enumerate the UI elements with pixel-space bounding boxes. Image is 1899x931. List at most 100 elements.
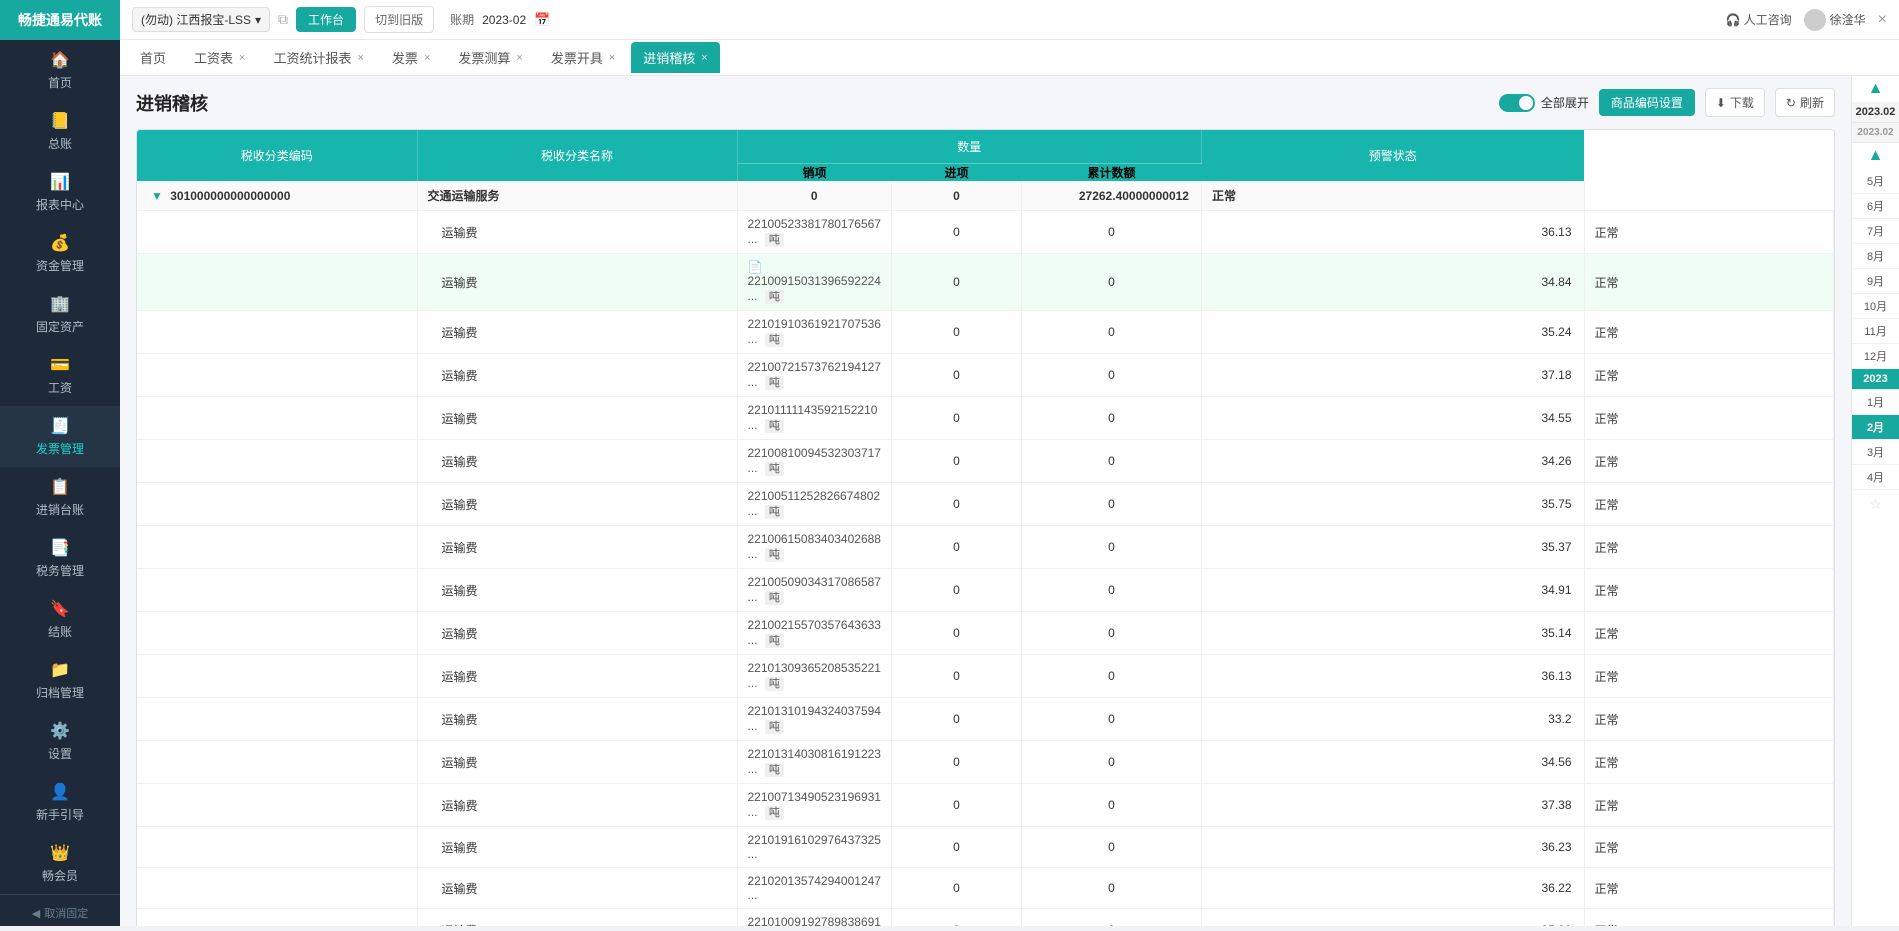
favorite-icon[interactable]: ☆ (1852, 490, 1899, 519)
unit-tag: 吨 (765, 806, 784, 820)
tab-invoice[interactable]: 发票 × (380, 42, 442, 73)
month-feb[interactable]: 2月 (1852, 415, 1899, 440)
row-invoice: 22101310194324037594 ... 吨 (737, 698, 891, 741)
sidebar-label-settle: 结账 (48, 623, 72, 640)
month-dec[interactable]: 12月 (1852, 344, 1899, 369)
row-invoice: 22101111143592152210 ... 吨 (737, 397, 891, 440)
sidebar-item-newbie[interactable]: 👤 新手引导 (0, 772, 120, 833)
toggle-expand[interactable] (1499, 94, 1535, 112)
sidebar-item-ledger[interactable]: 📒 总账 (0, 101, 120, 162)
table-row: 运输费 22100615083403402688 ... 吨 0 0 35.37… (137, 526, 1834, 569)
row-name: 运输费 (417, 741, 737, 784)
calendar-up[interactable]: ▲ (1852, 76, 1899, 102)
tab-salary-report-label: 工资统计报表 (273, 48, 351, 67)
settings-btn[interactable]: 商品编码设置 (1599, 89, 1695, 116)
row-sales: 0 (891, 909, 1021, 927)
user-menu[interactable]: 徐淦华 (1804, 9, 1866, 31)
sidebar-item-archive[interactable]: 📁 归档管理 (0, 650, 120, 711)
tab-invoice-calc[interactable]: 发票测算 × (446, 42, 534, 73)
row-sales: 0 (891, 868, 1021, 909)
close-icon[interactable]: × (1878, 11, 1887, 29)
switch-version-button[interactable]: 切到旧版 (364, 6, 434, 33)
tab-invoice-calc-close[interactable]: × (516, 52, 522, 64)
row-purchase: 0 (1021, 397, 1201, 440)
calendar-icon[interactable]: 📅 (534, 12, 550, 28)
tab-salary-table[interactable]: 工资表 × (182, 42, 257, 73)
month-jul[interactable]: 7月 (1852, 219, 1899, 244)
row-code (137, 483, 417, 526)
refresh-btn[interactable]: ↻ 刷新 (1775, 88, 1835, 117)
copy-icon[interactable]: ⧉ (278, 11, 288, 28)
tab-salary-report[interactable]: 工资统计报表 × (261, 42, 375, 73)
tab-invoice-close[interactable]: × (424, 52, 430, 64)
page-title-row: 进销稽核 全部展开 商品编码设置 ⬇ 下载 ↻ 刷新 (136, 88, 1835, 117)
tabs-bar: 首页 工资表 × 工资统计报表 × 发票 × 发票测算 × 发票开具 × 进销稽… (120, 40, 1899, 76)
group-code-value: 301000000000000000 (170, 189, 290, 203)
row-code (137, 354, 417, 397)
invoice-number: 22101916102976437325 ... (748, 833, 881, 861)
sidebar-item-assets[interactable]: 🏢 固定资产 (0, 284, 120, 345)
month-apr[interactable]: 4月 (1852, 465, 1899, 490)
month-sep[interactable]: 9月 (1852, 269, 1899, 294)
member-icon: 👑 (50, 843, 70, 863)
company-selector[interactable]: (勿动) 江西报宝-LSS ▾ (132, 7, 270, 32)
month-mar[interactable]: 3月 (1852, 440, 1899, 465)
tab-reconcile-close[interactable]: × (701, 52, 707, 64)
sidebar-label-report: 报表中心 (36, 196, 84, 213)
sidebar-label-archive: 归档管理 (36, 684, 84, 701)
tab-reconcile[interactable]: 进销稽核 × (631, 42, 719, 73)
month-may[interactable]: 5月 (1852, 169, 1899, 194)
year-2022-label: 2023.02 (1852, 102, 1899, 123)
sidebar-item-home[interactable]: 🏠 首页 (0, 40, 120, 101)
row-status: 正常 (1584, 354, 1834, 397)
workspace-button[interactable]: 工作台 (296, 7, 356, 32)
month-nov[interactable]: 11月 (1852, 319, 1899, 344)
sidebar-item-member[interactable]: 👑 畅会员 (0, 833, 120, 894)
sidebar-item-report[interactable]: 📊 报表中心 (0, 162, 120, 223)
tab-salary-report-close[interactable]: × (357, 52, 363, 64)
tab-salary-table-close[interactable]: × (239, 52, 245, 64)
main-area: (勿动) 江西报宝-LSS ▾ ⧉ 工作台 切到旧版 账期 2023-02 📅 … (120, 0, 1899, 926)
row-invoice: 22101009192789838691 ... 吨 (737, 909, 891, 927)
sidebar-item-capital[interactable]: 💰 资金管理 (0, 223, 120, 284)
month-aug[interactable]: 8月 (1852, 244, 1899, 269)
row-total: 33.2 (1201, 698, 1584, 741)
sidebar-label-tax: 税务管理 (36, 562, 84, 579)
row-purchase: 0 (1021, 483, 1201, 526)
download-btn[interactable]: ⬇ 下载 (1705, 88, 1765, 117)
tab-invoice-open-close[interactable]: × (609, 52, 615, 64)
row-invoice: 22100721573762194127 ... 吨 (737, 354, 891, 397)
month-jun[interactable]: 6月 (1852, 194, 1899, 219)
month-oct[interactable]: 10月 (1852, 294, 1899, 319)
row-purchase: 0 (1021, 698, 1201, 741)
tab-salary-table-label: 工资表 (194, 48, 233, 67)
toggle-expand-wrapper: 全部展开 (1499, 94, 1589, 112)
settle-icon: 🔖 (50, 599, 70, 619)
right-calendar-sidebar: ▲ 2023.02 2023.02 ▲ 5月 6月 7月 8月 9月 10月 1… (1851, 76, 1899, 926)
user-avatar (1804, 9, 1826, 31)
sidebar-item-tax[interactable]: 📑 税务管理 (0, 528, 120, 589)
sidebar-item-settle[interactable]: 🔖 结账 (0, 589, 120, 650)
row-invoice: 22101910361921707536 ... 吨 (737, 311, 891, 354)
row-invoice: 22100215570357643633 ... 吨 (737, 612, 891, 655)
group-code: ▼ 301000000000000000 (137, 181, 417, 211)
tab-home[interactable]: 首页 (128, 42, 178, 73)
group-total: 27262.40000000012 (1021, 181, 1201, 211)
row-name: 运输费 (417, 440, 737, 483)
sidebar-item-sales[interactable]: 📋 进销台账 (0, 467, 120, 528)
row-invoice: 22101916102976437325 ... (737, 827, 891, 868)
row-name: 运输费 (417, 784, 737, 827)
expand-icon[interactable]: ▼ (151, 189, 163, 203)
tab-invoice-open[interactable]: 发票开具 × (539, 42, 627, 73)
calendar-up2[interactable]: ▲ (1852, 143, 1899, 169)
sidebar-label-settings: 设置 (48, 745, 72, 762)
sidebar-item-invoice[interactable]: 🧾 发票管理 (0, 406, 120, 467)
row-invoice: 22101314030816191223 ... 吨 (737, 741, 891, 784)
download-label: 下载 (1730, 94, 1754, 111)
month-jan[interactable]: 1月 (1852, 390, 1899, 415)
support-button[interactable]: 🎧 人工咨询 (1726, 11, 1792, 28)
sidebar-item-settings[interactable]: ⚙️ 设置 (0, 711, 120, 772)
row-total: 34.26 (1201, 440, 1584, 483)
sidebar-item-salary[interactable]: 💳 工资 (0, 345, 120, 406)
unit-tag: 吨 (765, 505, 784, 519)
